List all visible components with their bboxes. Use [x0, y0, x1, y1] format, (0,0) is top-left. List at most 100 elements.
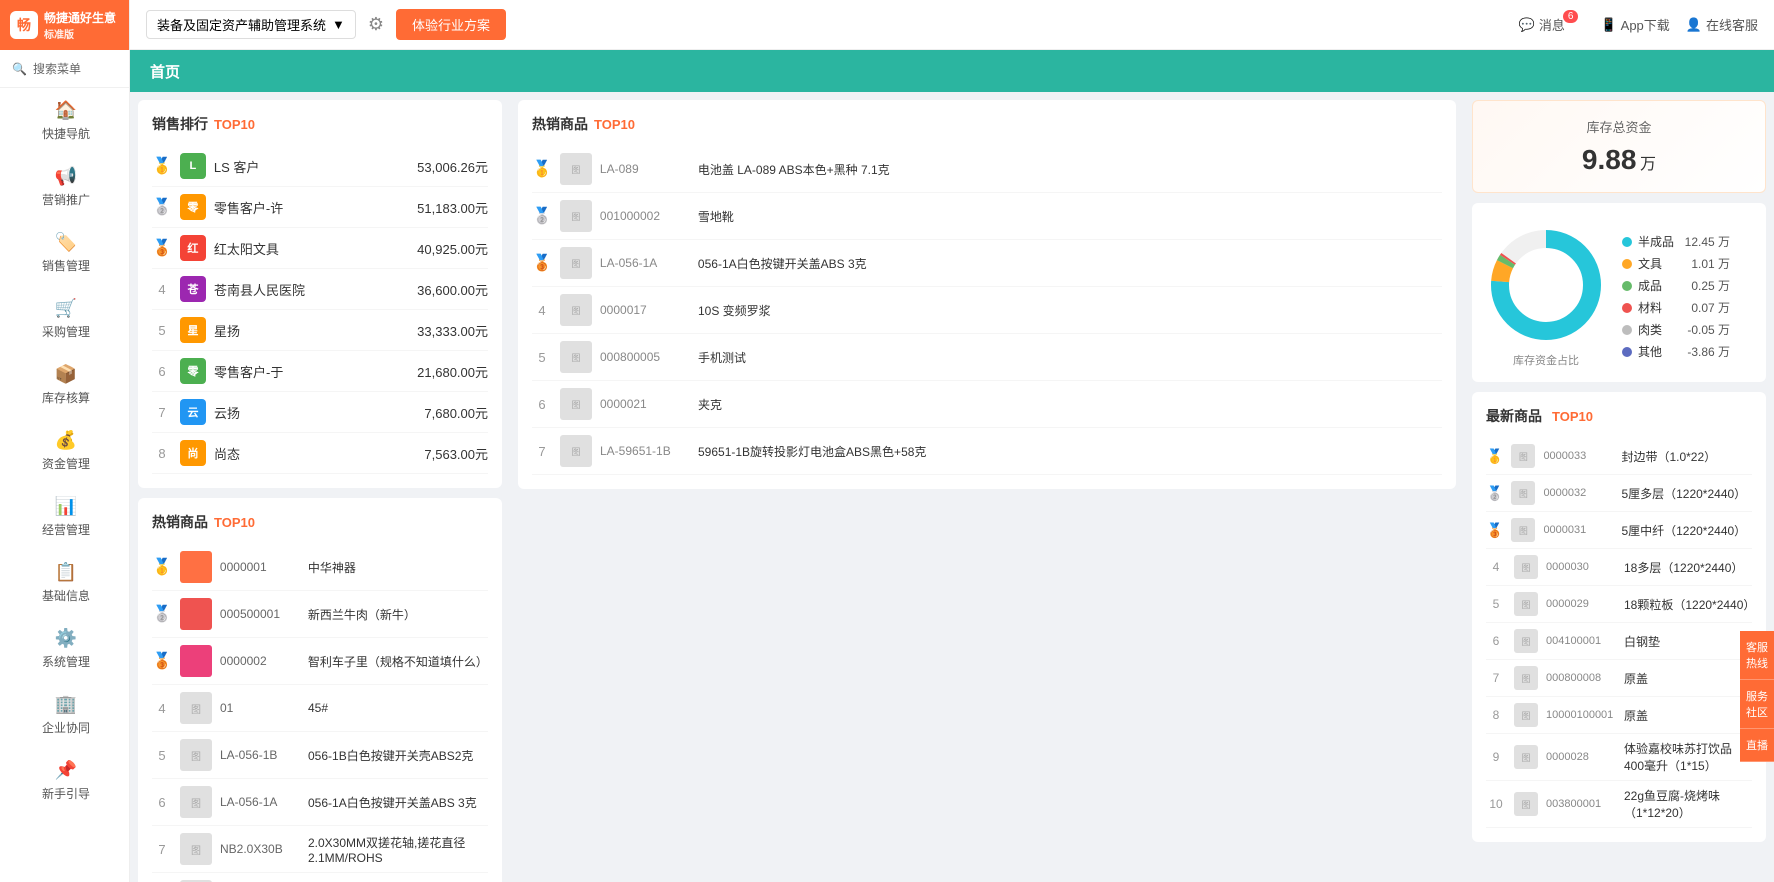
- product-code: 0000001: [220, 560, 300, 574]
- sidebar-item-operation[interactable]: 📊 经营管理: [0, 484, 129, 550]
- mobile-icon: 📱: [1600, 17, 1616, 33]
- sidebar-item-company[interactable]: 🏢 企业协同: [0, 682, 129, 748]
- product-code: NB2.0X30B: [220, 842, 300, 856]
- logo-icon: 畅: [10, 11, 38, 39]
- rank-amount: 33,333.00元: [417, 321, 488, 340]
- sales-rank-row[interactable]: 🥈 零 零售客户-许 51,183.00元: [152, 187, 488, 228]
- hot-product-row[interactable]: 4 图 01 45#: [152, 685, 488, 732]
- sidebar-item-base[interactable]: 📋 基础信息: [0, 550, 129, 616]
- hot-product-row[interactable]: 8 图 0000011 12070519-xs: [152, 873, 488, 882]
- new-product-row[interactable]: 4 图 0000030 18多层（1220*2440）: [1486, 549, 1752, 586]
- sidebar-item-marketing[interactable]: 📢 营销推广: [0, 154, 129, 220]
- new-product-row[interactable]: 5 图 0000029 18颗粒板（1220*2440）: [1486, 586, 1752, 623]
- sales-rank-row[interactable]: 8 尚 尚态 7,563.00元: [152, 433, 488, 474]
- hot-product-row[interactable]: 6 图 LA-056-1A 056-1A白色按键开关盖ABS 3克: [152, 779, 488, 826]
- product-image-placeholder: 图: [180, 692, 212, 724]
- sidebar-item-sales[interactable]: 🏷️ 销售管理: [0, 220, 129, 286]
- new-product-row[interactable]: 9 图 0000028 体验嘉校味苏打饮品400毫升（1*15）: [1486, 734, 1752, 781]
- hot-mid-row[interactable]: 🥇 图 LA-089 电池盖 LA-089 ABS本色+黑种 7.1克: [532, 146, 1442, 193]
- sidebar-item-finance[interactable]: 💰 资金管理: [0, 418, 129, 484]
- product-image: [180, 645, 212, 677]
- new-product-code: 000800008: [1546, 672, 1616, 684]
- new-product-name: 原盖: [1624, 707, 1752, 724]
- message-icon: 💬: [1519, 17, 1535, 33]
- hot-product-row[interactable]: 🥇 0000001 中华神器: [152, 544, 488, 591]
- hot-product-row[interactable]: 7 图 NB2.0X30B 2.0X30MM双搓花轴,搓花直径2.1MM/ROH…: [152, 826, 488, 873]
- new-product-image: 图: [1514, 666, 1538, 690]
- hot-product-row[interactable]: 5 图 LA-056-1B 056-1B白色按键开关壳ABS2克: [152, 732, 488, 779]
- hot-mid-row[interactable]: 5 图 000800005 手机测试: [532, 334, 1442, 381]
- new-product-row[interactable]: 10 图 003800001 22g鱼豆腐-烧烤味（1*12*20）: [1486, 781, 1752, 828]
- hot-product-row[interactable]: 🥈 000500001 新西兰牛肉（新牛）: [152, 591, 488, 638]
- float-btn-community[interactable]: 服务社区: [1740, 680, 1774, 729]
- new-products-label: 最新商品: [1486, 406, 1542, 426]
- rank-name: 星扬: [214, 321, 409, 340]
- new-product-row[interactable]: 8 图 10000100001 原盖: [1486, 697, 1752, 734]
- nav-menu: 🏠 快捷导航 📢 营销推广 🏷️ 销售管理 🛒 采购管理 📦 库存核算 💰 资金…: [0, 88, 129, 882]
- trial-button[interactable]: 体验行业方案: [396, 9, 506, 40]
- settings-icon[interactable]: ⚙: [368, 14, 384, 35]
- logo-line2: 标准版: [44, 26, 116, 41]
- new-product-row[interactable]: 🥈 图 0000032 5厘多层（1220*2440）: [1486, 475, 1752, 512]
- sidebar-item-inventory[interactable]: 📦 库存核算: [0, 352, 129, 418]
- search-menu-item[interactable]: 🔍 搜索菜单: [0, 50, 129, 88]
- sidebar-item-system[interactable]: ⚙️ 系统管理: [0, 616, 129, 682]
- hot-product-row[interactable]: 🥉 0000002 智利车子里（规格不知道填什么）: [152, 638, 488, 685]
- float-btn-live[interactable]: 直播: [1740, 729, 1774, 762]
- sales-rank-row[interactable]: 5 星 星扬 33,333.00元: [152, 310, 488, 351]
- legend-item: 材料 0.07 万: [1622, 299, 1730, 316]
- sales-rank-row[interactable]: 🥇 L LS 客户 53,006.26元: [152, 146, 488, 187]
- sidebar-item-purchase[interactable]: 🛒 采购管理: [0, 286, 129, 352]
- product-code: LA-056-1A: [600, 256, 690, 270]
- float-btn-service[interactable]: 客服热线: [1740, 631, 1774, 680]
- hot-mid-row[interactable]: 4 图 0000017 10S 变频罗浆: [532, 287, 1442, 334]
- new-product-code: 0000028: [1546, 751, 1616, 763]
- sales-rank-row[interactable]: 7 云 云扬 7,680.00元: [152, 392, 488, 433]
- system-selector[interactable]: 装备及固定资产辅助管理系统 ▼: [146, 10, 356, 39]
- rank-badge: 零: [180, 194, 206, 220]
- legend-name: 肉类: [1638, 321, 1662, 338]
- search-label: 搜索菜单: [33, 60, 81, 77]
- hot-mid-list: 🥇 图 LA-089 电池盖 LA-089 ABS本色+黑种 7.1克 🥈 图 …: [532, 146, 1442, 475]
- new-product-row[interactable]: 🥇 图 0000033 封边带（1.0*22）: [1486, 438, 1752, 475]
- sidebar-label-finance: 资金管理: [42, 455, 90, 472]
- mid-column: 热销商品 TOP10 🥇 图 LA-089 电池盖 LA-089 ABS本色+黑…: [510, 92, 1464, 882]
- sales-rank-row[interactable]: 6 零 零售客户-于 21,680.00元: [152, 351, 488, 392]
- new-product-name: 白钢垫: [1624, 633, 1752, 650]
- product-code: LA-056-1A: [220, 795, 300, 809]
- legend-item: 其他 -3.86 万: [1622, 343, 1730, 360]
- legend-item: 肉类 -0.05 万: [1622, 321, 1730, 338]
- hot-mid-row[interactable]: 6 图 0000021 夹克: [532, 381, 1442, 428]
- new-product-row[interactable]: 🥉 图 0000031 5厘中纤（1220*2440）: [1486, 512, 1752, 549]
- hot-mid-row[interactable]: 🥉 图 LA-056-1A 056-1A白色按键开关盖ABS 3克: [532, 240, 1442, 287]
- new-product-name: 18颗粒板（1220*2440）: [1624, 596, 1752, 613]
- legend-value: 1.01 万: [1680, 255, 1730, 272]
- hot-mid-row[interactable]: 🥈 图 001000002 雪地靴: [532, 193, 1442, 240]
- message-item[interactable]: 💬 消息 6: [1519, 15, 1585, 34]
- new-product-row[interactable]: 6 图 004100001 白钢垫: [1486, 623, 1752, 660]
- rank-amount: 7,680.00元: [424, 403, 488, 422]
- rank-amount: 53,006.26元: [417, 157, 488, 176]
- rank-amount: 7,563.00元: [424, 444, 488, 463]
- product-name: 夹克: [698, 396, 1442, 413]
- online-service-item[interactable]: 👤 在线客服: [1686, 15, 1758, 34]
- search-button[interactable]: 🔍 搜索菜单: [12, 60, 117, 77]
- app-download-item[interactable]: 📱 App下载: [1600, 15, 1669, 34]
- sales-rank-row[interactable]: 4 苍 苍南县人民医院 36,600.00元: [152, 269, 488, 310]
- rank-badge: 云: [180, 399, 206, 425]
- new-product-code: 004100001: [1546, 635, 1616, 647]
- hot-products-card: 热销商品 TOP10 🥇 0000001 中华神器 🥈 000500001 新西…: [138, 498, 502, 882]
- sidebar-label-guide: 新手引导: [42, 785, 90, 802]
- sidebar-item-home[interactable]: 🏠 快捷导航: [0, 88, 129, 154]
- hot-mid-row[interactable]: 7 图 LA-59651-1B 59651-1B旋转投影灯电池盒ABS黑色+58…: [532, 428, 1442, 475]
- product-code: 01: [220, 701, 300, 715]
- product-image-placeholder: 图: [180, 739, 212, 771]
- donut-chart: 库存资金占比: [1486, 225, 1606, 368]
- rank-name: 云扬: [214, 403, 416, 422]
- legend-item: 半成品 12.45 万: [1622, 233, 1730, 250]
- new-product-row[interactable]: 7 图 000800008 原盖: [1486, 660, 1752, 697]
- product-image: [180, 598, 212, 630]
- sidebar-item-guide[interactable]: 📌 新手引导: [0, 748, 129, 814]
- sales-rank-row[interactable]: 🥉 红 红太阳文具 40,925.00元: [152, 228, 488, 269]
- left-column: 销售排行 TOP10 🥇 L LS 客户 53,006.26元 🥈 零 零售客户…: [130, 92, 510, 882]
